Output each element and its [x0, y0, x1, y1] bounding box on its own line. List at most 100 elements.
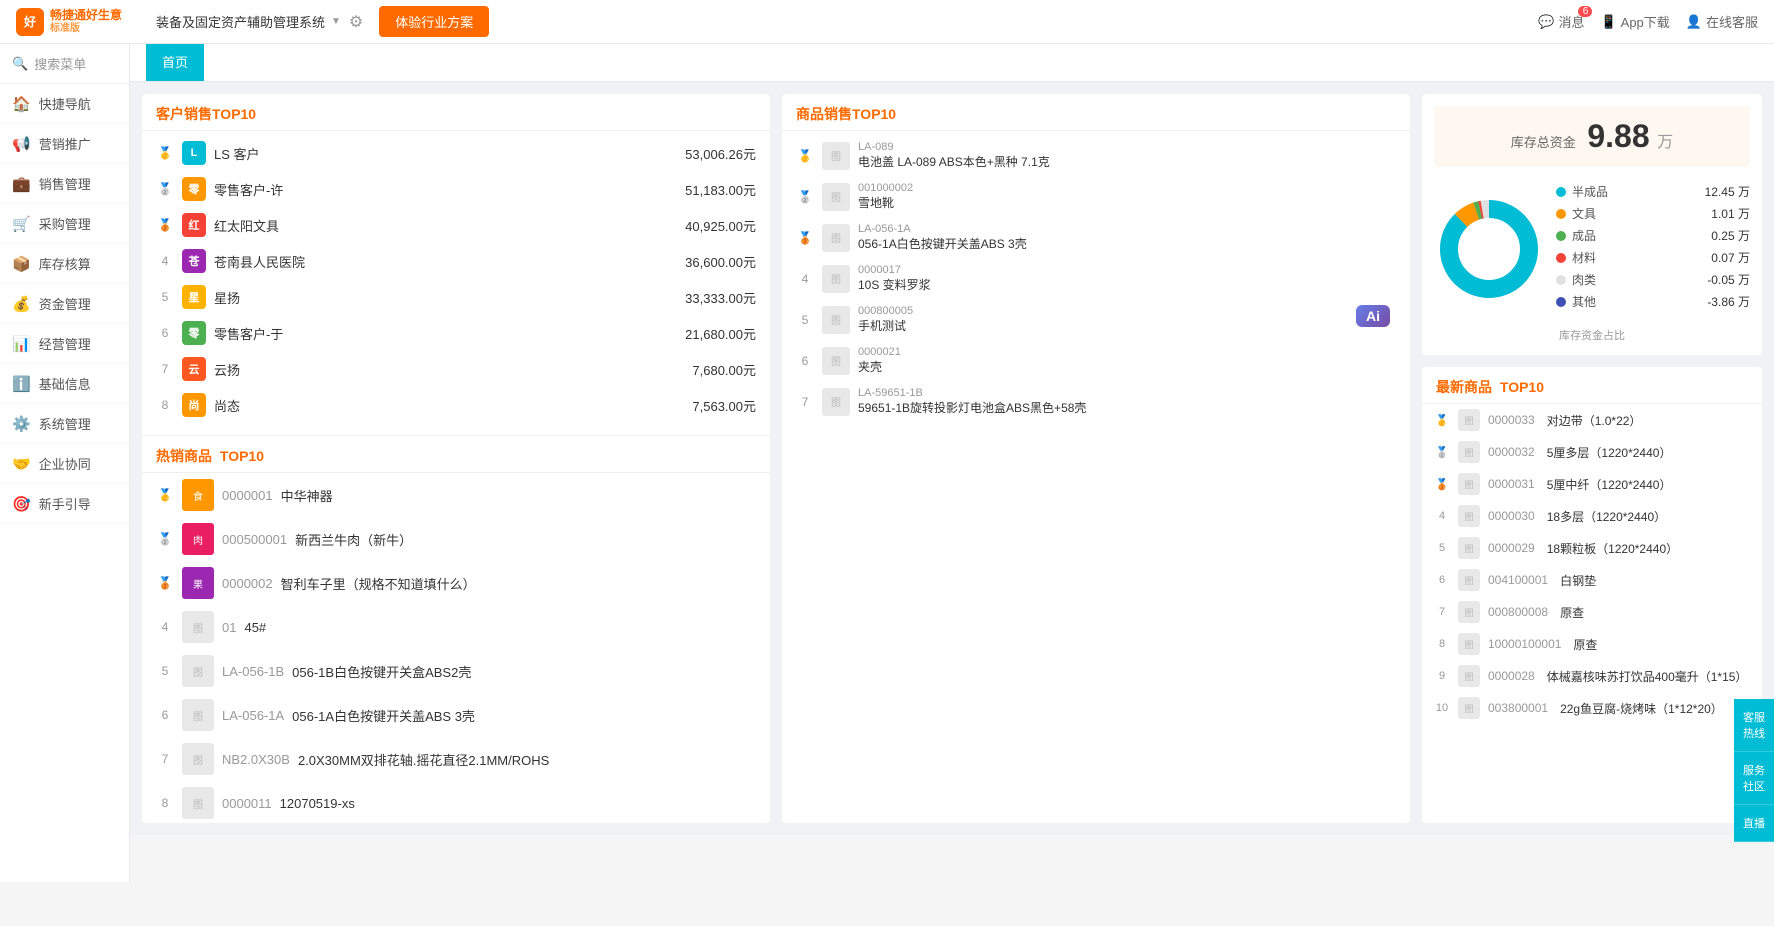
message-icon: 💬 — [1538, 14, 1554, 30]
sidebar-item-guide[interactable]: 🎯 新手引导 — [0, 484, 129, 524]
legend-item: 其他 -3.86 万 — [1556, 293, 1750, 310]
rank-number: 🥉 — [1434, 478, 1450, 491]
legend-dot — [1556, 275, 1566, 285]
sidebar-item-finance[interactable]: 💰 资金管理 — [0, 284, 129, 324]
rank-number: 🥈 — [1434, 446, 1450, 459]
search-icon: 🔍 — [12, 56, 28, 72]
sidebar-item-basic-info[interactable]: ℹ️ 基础信息 — [0, 364, 129, 404]
trial-button[interactable]: 体验行业方案 — [379, 6, 489, 37]
system-icon: ⚙️ — [12, 415, 31, 433]
customer-ranking-title: 客户销售TOP10 — [142, 94, 770, 131]
management-icon: 📊 — [12, 335, 31, 353]
sidebar: 🔍 搜索菜单 🏠 快捷导航 📢 营销推广 💼 销售管理 🛒 采购管理 📦 库存核… — [0, 44, 130, 882]
legend-dot — [1556, 297, 1566, 307]
settings-icon[interactable]: ⚙ — [349, 12, 363, 32]
legend-dot — [1556, 209, 1566, 219]
table-row: 7 云 云扬 7,680.00元 — [142, 351, 770, 387]
table-row: 6 图 0000021 夹壳 — [782, 340, 1410, 381]
sidebar-item-management[interactable]: 📊 经营管理 — [0, 324, 129, 364]
info-icon: ℹ️ — [12, 375, 31, 393]
sales-icon: 💼 — [12, 175, 31, 193]
list-item: 5 图 LA-056-1B 056-1B白色按键开关盒ABS2壳 — [142, 649, 770, 693]
inventory-footer: 库存资金占比 — [1434, 327, 1750, 343]
medal-icon: 🥇 — [1434, 414, 1450, 427]
app-download-btn[interactable]: 📱 App下载 — [1600, 12, 1669, 31]
customer-ranking-card: 客户销售TOP10 🥇 L LS 客户 53,006.26元 🥈 零 零售客户-… — [142, 94, 770, 823]
cs-community-btn[interactable]: 服务社区 — [1734, 752, 1774, 805]
list-item: 🥈 图 0000032 5厘多层（1220*2440） — [1422, 436, 1762, 468]
top-header: 好 畅捷通好生意 标准版 装备及固定资产辅助管理系统 ▼ ⚙ 体验行业方案 💬 … — [0, 0, 1774, 44]
cs-hotline-btn[interactable]: 客服热线 — [1734, 699, 1774, 752]
table-row: 5 图 000800005 手机测试 — [782, 299, 1410, 340]
avatar: 零 — [182, 177, 206, 201]
list-item: 🥉 果 0000002 智利车子里（规格不知道填什么） — [142, 561, 770, 605]
product-thumbnail: 图 — [822, 265, 850, 293]
product-thumbnail: 图 — [1458, 473, 1480, 495]
cooperation-icon: 🤝 — [12, 455, 31, 473]
hot-products-list: 🥇 食 0000001 中华神器 🥈 肉 000500001 新西兰牛肉（新牛）… — [142, 473, 770, 823]
sidebar-item-marketing[interactable]: 📢 营销推广 — [0, 124, 129, 164]
avatar: 红 — [182, 213, 206, 237]
product-thumbnail: 食 — [182, 479, 214, 511]
product-thumbnail: 果 — [182, 567, 214, 599]
rank-number: 🥉 — [156, 218, 174, 232]
inventory-icon: 📦 — [12, 255, 31, 273]
rank-number: 🥉 — [156, 576, 174, 590]
product-thumbnail: 图 — [822, 142, 850, 170]
product-thumbnail: 图 — [1458, 569, 1480, 591]
product-thumbnail: 图 — [822, 183, 850, 211]
avatar: 零 — [182, 321, 206, 345]
ai-badge[interactable]: Ai — [1356, 305, 1390, 327]
tab-home[interactable]: 首页 — [146, 44, 204, 81]
legend-item: 半成品 12.45 万 — [1556, 183, 1750, 200]
table-row: 5 星 星扬 33,333.00元 — [142, 279, 770, 315]
product-thumbnail: 图 — [1458, 441, 1480, 463]
inventory-card: 库存总资金 9.88 万 — [1422, 94, 1762, 355]
sidebar-search[interactable]: 🔍 搜索菜单 — [0, 44, 129, 84]
medal-icon: 🥇 — [156, 488, 174, 502]
inventory-legend: 半成品 12.45 万 文具 1.01 万 成品 0.25 万 — [1556, 183, 1750, 315]
sidebar-item-sales[interactable]: 💼 销售管理 — [0, 164, 129, 204]
table-row: 4 图 0000017 10S 变料罗浆 — [782, 258, 1410, 299]
rank-number: 🥉 — [796, 231, 814, 245]
hot-products-title: 热销商品 TOP10 — [142, 436, 770, 473]
medal-icon: 🥇 — [796, 149, 814, 163]
sidebar-item-system[interactable]: ⚙️ 系统管理 — [0, 404, 129, 444]
table-row: 🥇 L LS 客户 53,006.26元 — [142, 135, 770, 171]
system-selector[interactable]: 装备及固定资产辅助管理系统 ▼ — [156, 12, 341, 31]
online-service-btn[interactable]: 👤 在线客服 — [1686, 12, 1758, 31]
list-item: 🥈 肉 000500001 新西兰牛肉（新牛） — [142, 517, 770, 561]
product-thumbnail: 图 — [1458, 633, 1480, 655]
new-products-card: 最新商品 TOP10 🥇 图 0000033 对边带（1.0*22） 🥈 图 0… — [1422, 367, 1762, 823]
sidebar-item-inventory[interactable]: 📦 库存核算 — [0, 244, 129, 284]
avatar: 尚 — [182, 393, 206, 417]
table-row: 🥈 零 零售客户-许 51,183.00元 — [142, 171, 770, 207]
logo-area: 好 畅捷通好生意 标准版 — [16, 8, 146, 36]
phone-icon: 📱 — [1600, 14, 1616, 30]
product-thumbnail: 图 — [1458, 537, 1480, 559]
list-item: 8 图 0000011 12070519-xs — [142, 781, 770, 823]
product-thumbnail: 图 — [182, 787, 214, 819]
customer-ranking-list: 🥇 L LS 客户 53,006.26元 🥈 零 零售客户-许 51,183.0… — [142, 131, 770, 427]
list-item: 4 图 01 45# — [142, 605, 770, 649]
sidebar-item-cooperation[interactable]: 🤝 企业协同 — [0, 444, 129, 484]
product-thumbnail: 图 — [1458, 409, 1480, 431]
sidebar-item-purchase[interactable]: 🛒 采购管理 — [0, 204, 129, 244]
medal-icon: 🥇 — [156, 146, 174, 160]
table-row: 🥉 图 LA-056-1A 056-1A白色按键开关盖ABS 3壳 — [782, 217, 1410, 258]
cs-live-btn[interactable]: 直播 — [1734, 805, 1774, 842]
list-item: 10 图 003800001 22g鱼豆腐-烧烤味（1*12*20） — [1422, 692, 1762, 724]
table-row: 7 图 LA-59651-1B 59651-1B旋转投影灯电池盒ABS黑色+58… — [782, 381, 1410, 422]
service-icon: 👤 — [1686, 14, 1702, 30]
new-products-list: 🥇 图 0000033 对边带（1.0*22） 🥈 图 0000032 5厘多层… — [1422, 404, 1762, 724]
table-row: 8 尚 尚态 7,563.00元 — [142, 387, 770, 423]
table-row: 6 零 零售客户-于 21,680.00元 — [142, 315, 770, 351]
product-thumbnail: 图 — [182, 655, 214, 687]
product-thumbnail: 肉 — [182, 523, 214, 555]
message-btn[interactable]: 💬 消息 6 — [1538, 12, 1584, 31]
sidebar-item-home[interactable]: 🏠 快捷导航 — [0, 84, 129, 124]
avatar: 星 — [182, 285, 206, 309]
list-item: 🥇 食 0000001 中华神器 — [142, 473, 770, 517]
product-thumbnail: 图 — [1458, 505, 1480, 527]
rank-number: 🥈 — [156, 182, 174, 196]
